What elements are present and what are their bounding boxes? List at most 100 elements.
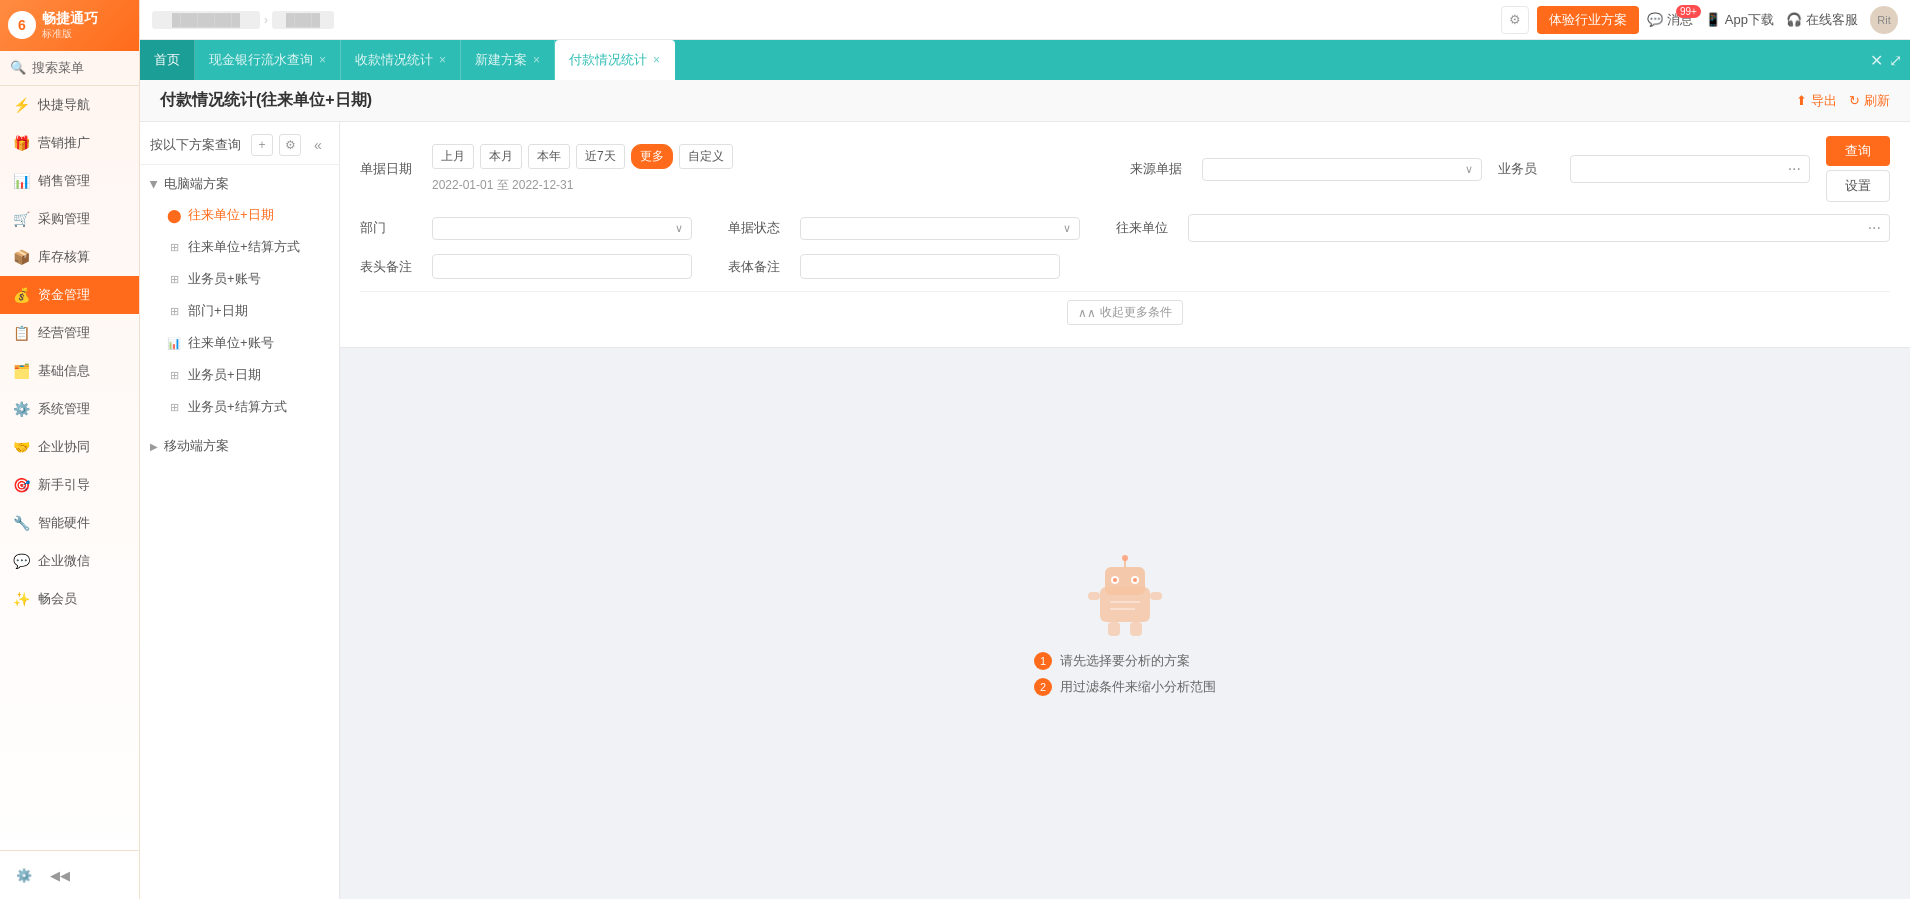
sidebar-item-system[interactable]: ⚙️ 系统管理: [0, 390, 139, 428]
date-btn-custom[interactable]: 自定义: [679, 144, 733, 169]
refresh-btn[interactable]: ↻ 刷新: [1849, 92, 1890, 110]
header-note-input[interactable]: [432, 254, 692, 279]
sidebar-item-finance[interactable]: 💰 资金管理: [0, 276, 139, 314]
sidebar-item-label: 系统管理: [38, 400, 90, 418]
tab-bank-close[interactable]: ×: [319, 53, 326, 67]
tab-home[interactable]: 首页: [140, 40, 195, 80]
user-avatar[interactable]: Rit: [1870, 6, 1898, 34]
scheme-settings-btn[interactable]: ⚙: [279, 134, 301, 156]
add-scheme-btn[interactable]: +: [251, 134, 273, 156]
tab-bank[interactable]: 现金银行流水查询 ×: [195, 40, 341, 80]
message-icon: 💬: [1647, 12, 1663, 27]
source-select[interactable]: ∨: [1202, 158, 1482, 181]
tab-receipt-close[interactable]: ×: [439, 53, 446, 67]
mobile-group-header[interactable]: ▶ 移动端方案: [140, 431, 339, 461]
settings-footer-btn[interactable]: ⚙️: [10, 861, 38, 889]
scheme-item-label: 业务员+日期: [188, 366, 261, 384]
date-btn-last-month[interactable]: 上月: [432, 144, 474, 169]
sidebar-item-inventory[interactable]: 📦 库存核算: [0, 238, 139, 276]
collapse-panel-btn[interactable]: «: [307, 134, 329, 156]
wechat-icon: 💬: [12, 552, 30, 570]
scheme-table-icon2: ⊞: [166, 271, 182, 287]
sidebar-item-label: 企业协同: [38, 438, 90, 456]
sidebar-item-operation[interactable]: 📋 经营管理: [0, 314, 139, 352]
scheme-item-1[interactable]: ⊞ 往来单位+结算方式: [140, 231, 339, 263]
filter-actions: 查询 设置: [1826, 136, 1890, 202]
scheme-table-icon4: ⊞: [166, 367, 182, 383]
date-btn-7days[interactable]: 近7天: [576, 144, 625, 169]
message-btn[interactable]: 💬 消息 99+: [1647, 11, 1693, 29]
export-label: 导出: [1811, 92, 1837, 110]
salesperson-dots[interactable]: ···: [1788, 160, 1801, 178]
scheme-item-label: 往来单位+账号: [188, 334, 274, 352]
svg-rect-11: [1150, 592, 1162, 600]
scheme-active-icon: ⬤: [166, 207, 182, 223]
collapse-conditions-btn[interactable]: ∧∧ 收起更多条件: [1067, 300, 1183, 325]
date-btn-this-month[interactable]: 本月: [480, 144, 522, 169]
refresh-label: 刷新: [1864, 92, 1890, 110]
sidebar-search[interactable]: 🔍 搜索菜单: [0, 51, 139, 86]
page-header-actions: ⬆ 导出 ↻ 刷新: [1796, 92, 1890, 110]
date-btn-more[interactable]: 更多: [631, 144, 673, 169]
query-btn[interactable]: 查询: [1826, 136, 1890, 166]
sidebar-item-marketing[interactable]: 🎁 营销推广: [0, 124, 139, 162]
scheme-item-0[interactable]: ⬤ 往来单位+日期: [140, 199, 339, 231]
topbar: ████████ › ████ ⚙ 体验行业方案 💬 消息 99+ 📱 App下…: [140, 0, 1910, 40]
related-unit-dots[interactable]: ···: [1868, 219, 1881, 237]
tabbar-spacer: [675, 40, 1862, 80]
online-service-btn[interactable]: 🎧 在线客服: [1786, 11, 1858, 29]
body-note-field[interactable]: [809, 259, 1051, 274]
doc-status-select[interactable]: ∨: [800, 217, 1080, 240]
left-scheme-panel: 按以下方案查询 + ⚙ « ▶ 电脑端方案 ⬤ 往来单位+日期: [140, 122, 340, 899]
desktop-group-header[interactable]: ▶ 电脑端方案: [140, 169, 339, 199]
sidebar-item-quick-nav[interactable]: ⚡ 快捷导航: [0, 86, 139, 124]
scheme-item-3[interactable]: ⊞ 部门+日期: [140, 295, 339, 327]
scheme-item-5[interactable]: ⊞ 业务员+日期: [140, 359, 339, 391]
sidebar-item-basic-info[interactable]: 🗂️ 基础信息: [0, 352, 139, 390]
setting-btn[interactable]: 设置: [1826, 170, 1890, 202]
tab-new-scheme-close[interactable]: ×: [533, 53, 540, 67]
tab-receipt-stat[interactable]: 收款情况统计 ×: [341, 40, 461, 80]
settings-btn[interactable]: ⚙: [1501, 6, 1529, 34]
filter-row-3: 表头备注 表体备注: [360, 254, 1890, 279]
scheme-table-icon5: ⊞: [166, 399, 182, 415]
tab-payment-stat[interactable]: 付款情况统计 ×: [555, 40, 675, 80]
date-label: 单据日期: [360, 160, 416, 178]
chevron-up-icon: ∧∧: [1078, 306, 1096, 320]
app-download-btn[interactable]: 📱 App下载: [1705, 11, 1774, 29]
sidebar-item-vip[interactable]: ✨ 畅会员: [0, 580, 139, 618]
tab-payment-label: 付款情况统计: [569, 51, 647, 69]
sidebar-item-guide[interactable]: 🎯 新手引导: [0, 466, 139, 504]
headset-icon: 🎧: [1786, 12, 1802, 27]
collapse-sidebar-btn[interactable]: ◀◀: [46, 861, 74, 889]
scheme-item-4[interactable]: 📊 往来单位+账号: [140, 327, 339, 359]
scheme-item-2[interactable]: ⊞ 业务员+账号: [140, 263, 339, 295]
topbar-breadcrumb: ████████ › ████: [152, 11, 334, 29]
tab-payment-close[interactable]: ×: [653, 53, 660, 67]
body-note-input[interactable]: [800, 254, 1060, 279]
close-all-tabs-btn[interactable]: ✕: [1870, 51, 1883, 70]
sidebar-item-wechat[interactable]: 💬 企业微信: [0, 542, 139, 580]
scheme-item-6[interactable]: ⊞ 业务员+结算方式: [140, 391, 339, 423]
sidebar-item-enterprise[interactable]: 🤝 企业协同: [0, 428, 139, 466]
tab-new-scheme-label: 新建方案: [475, 51, 527, 69]
expand-tabs-btn[interactable]: ⤢: [1889, 51, 1902, 70]
tab-new-scheme[interactable]: 新建方案 ×: [461, 40, 555, 80]
salesperson-select[interactable]: ···: [1570, 155, 1810, 183]
dept-select[interactable]: ∨: [432, 217, 692, 240]
content-area: 按以下方案查询 + ⚙ « ▶ 电脑端方案 ⬤ 往来单位+日期: [140, 122, 1910, 899]
sidebar-item-purchase[interactable]: 🛒 采购管理: [0, 200, 139, 238]
trial-btn[interactable]: 体验行业方案: [1537, 6, 1639, 34]
date-btn-this-year[interactable]: 本年: [528, 144, 570, 169]
sidebar-item-hardware[interactable]: 🔧 智能硬件: [0, 504, 139, 542]
related-unit-select[interactable]: ···: [1188, 214, 1890, 242]
sidebar-item-label: 新手引导: [38, 476, 90, 494]
main-area: ████████ › ████ ⚙ 体验行业方案 💬 消息 99+ 📱 App下…: [140, 0, 1910, 899]
export-btn[interactable]: ⬆ 导出: [1796, 92, 1837, 110]
filter-area: 单据日期 上月 本月 本年 近7天 更多 自定义 2022-01-01 至 20…: [340, 122, 1910, 348]
related-unit-label: 往来单位: [1116, 219, 1172, 237]
header-note-field[interactable]: [441, 259, 683, 274]
robot-illustration: [1080, 552, 1170, 642]
desktop-group-arrow: ▶: [149, 180, 160, 188]
sidebar-item-sales[interactable]: 📊 销售管理: [0, 162, 139, 200]
